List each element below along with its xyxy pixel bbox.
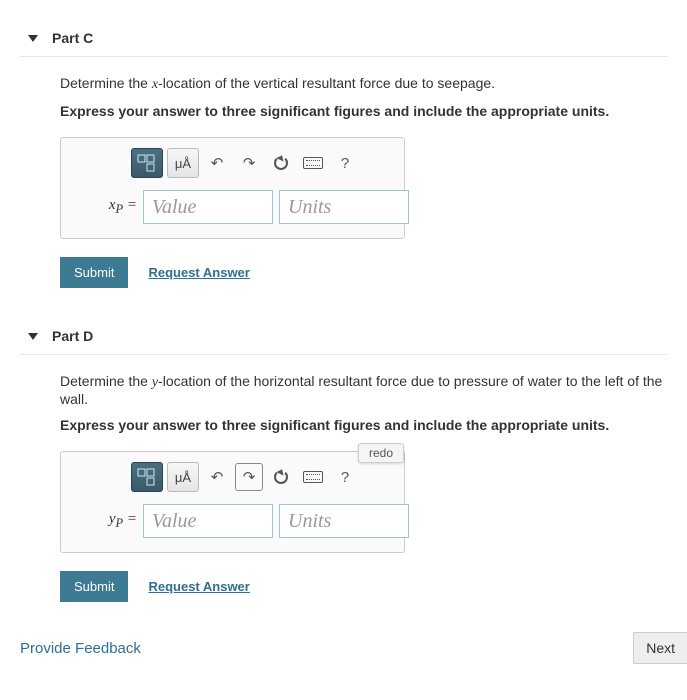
units-button[interactable]: μÅ (167, 148, 199, 178)
provide-feedback-link[interactable]: Provide Feedback (20, 640, 141, 657)
units-input[interactable] (279, 504, 409, 538)
instruction-text: Express your answer to three significant… (60, 417, 667, 433)
reset-icon[interactable] (267, 470, 295, 484)
variable-label: yP = (101, 511, 137, 531)
template-button[interactable] (131, 462, 163, 492)
input-row: xP = (101, 190, 394, 224)
toolbar: μÅ ↶ ↷ ? (131, 462, 394, 492)
question-pre: Determine the (60, 75, 152, 91)
reset-icon[interactable] (267, 156, 295, 170)
submit-button[interactable]: Submit (60, 257, 128, 288)
answer-box: redo μÅ ↶ ↷ ? yP = (60, 451, 405, 553)
part-content: Determine the y-location of the horizont… (20, 373, 667, 602)
value-input[interactable] (143, 190, 273, 224)
request-answer-link[interactable]: Request Answer (148, 579, 249, 594)
equals-sign: = (127, 511, 137, 527)
keyboard-icon[interactable] (299, 157, 327, 169)
help-icon[interactable]: ? (331, 155, 359, 172)
input-row: yP = (101, 504, 394, 538)
submit-row: Submit Request Answer (60, 257, 667, 288)
units-input[interactable] (279, 190, 409, 224)
undo-icon[interactable]: ↶ (203, 154, 231, 172)
part-title: Part C (52, 30, 93, 46)
variable-label: xP = (101, 197, 137, 217)
value-input[interactable] (143, 504, 273, 538)
help-icon[interactable]: ? (331, 469, 359, 486)
template-button[interactable] (131, 148, 163, 178)
keyboard-icon[interactable] (299, 471, 327, 483)
question-text: Determine the x-location of the vertical… (60, 75, 667, 93)
part-header[interactable]: Part C (20, 20, 667, 57)
caret-down-icon (28, 35, 38, 42)
part-title: Part D (52, 328, 93, 344)
var-sub: P (115, 516, 123, 530)
redo-icon[interactable]: ↷ (235, 463, 263, 491)
redo-tooltip: redo (358, 443, 404, 463)
part-d: Part D Determine the y-location of the h… (20, 318, 667, 602)
next-button[interactable]: Next (633, 632, 687, 664)
request-answer-link[interactable]: Request Answer (148, 265, 249, 280)
part-header[interactable]: Part D (20, 318, 667, 355)
answer-box: μÅ ↶ ↷ ? xP = (60, 137, 405, 239)
instruction-text: Express your answer to three significant… (60, 103, 667, 119)
redo-icon[interactable]: ↷ (235, 154, 263, 172)
undo-icon[interactable]: ↶ (203, 468, 231, 486)
part-c: Part C Determine the x-location of the v… (20, 20, 667, 288)
part-content: Determine the x-location of the vertical… (20, 75, 667, 288)
submit-row: Submit Request Answer (60, 571, 667, 602)
question-post: -location of the vertical resultant forc… (158, 75, 495, 91)
question-text: Determine the y-location of the horizont… (60, 373, 667, 407)
footer: Provide Feedback Next (0, 632, 687, 684)
caret-down-icon (28, 333, 38, 340)
submit-button[interactable]: Submit (60, 571, 128, 602)
equals-sign: = (127, 197, 137, 213)
var-sub: P (115, 202, 123, 216)
question-pre: Determine the (60, 373, 152, 389)
units-button[interactable]: μÅ (167, 462, 199, 492)
toolbar: μÅ ↶ ↷ ? (131, 148, 394, 178)
